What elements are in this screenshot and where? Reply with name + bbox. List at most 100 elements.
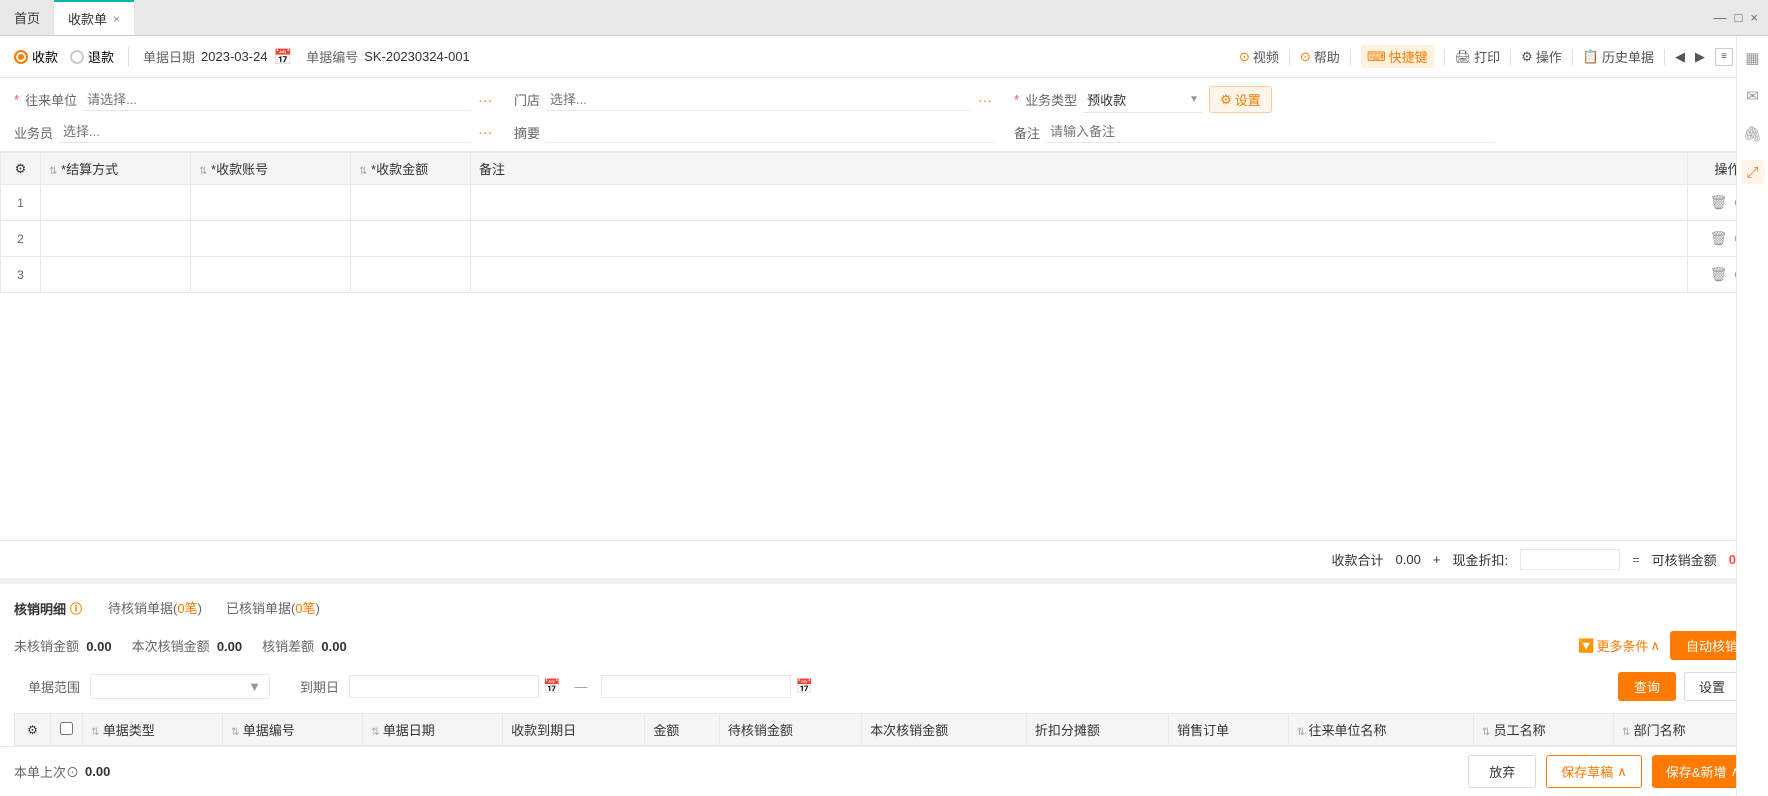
rec-th-settings[interactable]: ⚙ — [15, 714, 51, 746]
info-icon[interactable]: ⓘ — [70, 600, 82, 617]
sort-icon-date[interactable]: ⇅ — [371, 727, 379, 738]
print-btn[interactable]: 🖨 打印 — [1455, 47, 1501, 66]
radio-receive-dot — [14, 50, 28, 64]
row-1-delete-icon[interactable]: 🗑 — [1710, 194, 1728, 211]
tab-home[interactable]: 首页 — [0, 0, 54, 35]
row-3-delete-icon[interactable]: 🗑 — [1710, 266, 1728, 283]
row-2-note[interactable] — [471, 221, 1688, 257]
store-more-btn[interactable]: ··· — [976, 92, 994, 108]
row-1-account-input[interactable] — [191, 185, 350, 220]
radio-receive-label: 收款 — [32, 47, 58, 66]
window-maximize[interactable]: □ — [1735, 10, 1743, 25]
row-1-amount[interactable] — [351, 185, 471, 221]
staff-input[interactable] — [59, 121, 470, 143]
nav-prev[interactable]: ◀ — [1675, 49, 1685, 65]
date-value: 2023-03-24 — [201, 49, 268, 64]
current-stat: 本次核销金额 0.00 — [132, 636, 243, 655]
layout-list-icon[interactable]: ≡ — [1715, 48, 1733, 66]
toolbar: 收款 退款 单据日期 2023-03-24 📅 单据编号 SK-20230324… — [0, 36, 1768, 78]
help-label: 帮助 — [1314, 47, 1340, 66]
row-3-amount[interactable] — [351, 257, 471, 293]
calendar-icon[interactable]: 📅 — [274, 48, 293, 66]
history-icon: 📋 — [1583, 49, 1599, 65]
row-3-settlement-input[interactable] — [41, 257, 190, 292]
discard-btn[interactable]: 放弃 — [1468, 755, 1536, 788]
sort-icon-settlement[interactable]: ⇅ — [49, 166, 57, 177]
row-2-amount[interactable] — [351, 221, 471, 257]
row-3-account[interactable] — [191, 257, 351, 293]
tab-current[interactable]: 收款单 × — [54, 0, 134, 35]
row-1-account[interactable] — [191, 185, 351, 221]
rec-select-all[interactable] — [60, 722, 73, 735]
th-account: ⇅ *收款账号 — [191, 153, 351, 185]
shortcut-btn[interactable]: ⌨ 快捷键 — [1361, 45, 1434, 68]
row-2-account[interactable] — [191, 221, 351, 257]
row-2-settlement-input[interactable] — [41, 221, 190, 256]
action-btn[interactable]: ⚙ 操作 — [1521, 47, 1562, 66]
row-2-settlement[interactable] — [41, 221, 191, 257]
sort-icon-staff[interactable]: ⇅ — [1482, 727, 1490, 738]
sidebar-mail-icon[interactable]: ✉ — [1741, 84, 1765, 108]
save-draft-btn[interactable]: 保存草稿 ∧ — [1546, 755, 1642, 788]
nav-next[interactable]: ▶ — [1695, 49, 1705, 65]
row-3-settlement[interactable] — [41, 257, 191, 293]
sort-icon-counterpart[interactable]: ⇅ — [1297, 727, 1305, 738]
row-1-note[interactable] — [471, 185, 1688, 221]
sidebar-clip-icon[interactable]: 🖇 — [1741, 122, 1765, 146]
sort-icon-number[interactable]: ⇅ — [231, 727, 239, 738]
sidebar-expand-icon[interactable]: ⤢ — [1741, 160, 1765, 184]
business-type-value: 预收款 — [1087, 90, 1185, 109]
date-from-icon[interactable]: 📅 — [543, 678, 560, 695]
row-2-amount-input[interactable] — [351, 221, 470, 256]
window-minimize[interactable]: — — [1714, 10, 1727, 25]
th-settings[interactable]: ⚙ — [1, 153, 41, 185]
radio-receive[interactable]: 收款 — [14, 47, 58, 66]
rec-th-checkbox[interactable] — [51, 714, 83, 746]
row-2-delete-icon[interactable]: 🗑 — [1710, 230, 1728, 247]
range-select[interactable]: ▼ — [90, 674, 270, 699]
history-btn[interactable]: 📋 历史单据 — [1583, 47, 1654, 66]
reconcile-title: 核销明细 ⓘ — [14, 599, 82, 618]
row-1-settlement-input[interactable] — [41, 185, 190, 220]
rec-settings-btn[interactable]: 设置 — [1684, 672, 1740, 701]
row-3-account-input[interactable] — [191, 257, 350, 292]
summary-row: 收款合计 0.00 + 现金折扣: = 可核销金额 0.00 — [0, 540, 1768, 578]
more-conditions-btn[interactable]: 🔽 更多条件 ∧ — [1578, 636, 1660, 655]
done-tab[interactable]: 已核销单据(0笔) — [214, 594, 332, 623]
counterpart-more-btn[interactable]: ··· — [476, 92, 494, 108]
counterpart-input[interactable] — [83, 89, 470, 111]
query-btn[interactable]: 查询 — [1618, 672, 1676, 701]
row-2-note-input[interactable] — [471, 221, 1687, 256]
discount-input[interactable] — [1520, 549, 1620, 570]
th-settlement: ⇅ *结算方式 — [41, 153, 191, 185]
sort-icon-account[interactable]: ⇅ — [199, 166, 207, 177]
date-to-input[interactable]: 2022-04-12 — [601, 675, 791, 698]
help-btn[interactable]: ⊙ 帮助 — [1300, 47, 1340, 66]
date-from-input[interactable]: 2022-04-01 — [349, 675, 539, 698]
sort-icon-store[interactable]: ⇅ — [1622, 727, 1630, 738]
row-1-settlement[interactable] — [41, 185, 191, 221]
video-btn[interactable]: ⊙ 视频 — [1239, 47, 1279, 66]
row-3-amount-input[interactable] — [351, 257, 470, 292]
radio-refund[interactable]: 退款 — [70, 47, 114, 66]
pending-tab[interactable]: 待核销单据(0笔) — [96, 594, 214, 623]
sort-icon-type[interactable]: ⇅ — [91, 727, 99, 738]
row-3-note[interactable] — [471, 257, 1688, 293]
store-input[interactable] — [546, 89, 970, 111]
sidebar-table-icon[interactable]: ▦ — [1741, 46, 1765, 70]
note-input[interactable] — [1046, 121, 1494, 143]
divider-1 — [128, 47, 129, 67]
staff-more-btn[interactable]: ··· — [476, 124, 494, 140]
window-close[interactable]: × — [1750, 10, 1758, 25]
row-3-note-input[interactable] — [471, 257, 1687, 292]
business-type-select[interactable]: 预收款 ▼ — [1083, 87, 1203, 113]
rec-th-store: ⇅ 部门名称 — [1613, 714, 1753, 746]
sort-icon-amount[interactable]: ⇅ — [359, 166, 367, 177]
setting-button[interactable]: ⚙ 设置 — [1209, 86, 1272, 113]
summary-input[interactable] — [546, 121, 994, 143]
row-1-note-input[interactable] — [471, 185, 1687, 220]
tab-close-icon[interactable]: × — [113, 12, 120, 26]
row-2-account-input[interactable] — [191, 221, 350, 256]
row-1-amount-input[interactable] — [351, 185, 470, 220]
date-to-icon[interactable]: 📅 — [795, 678, 812, 695]
